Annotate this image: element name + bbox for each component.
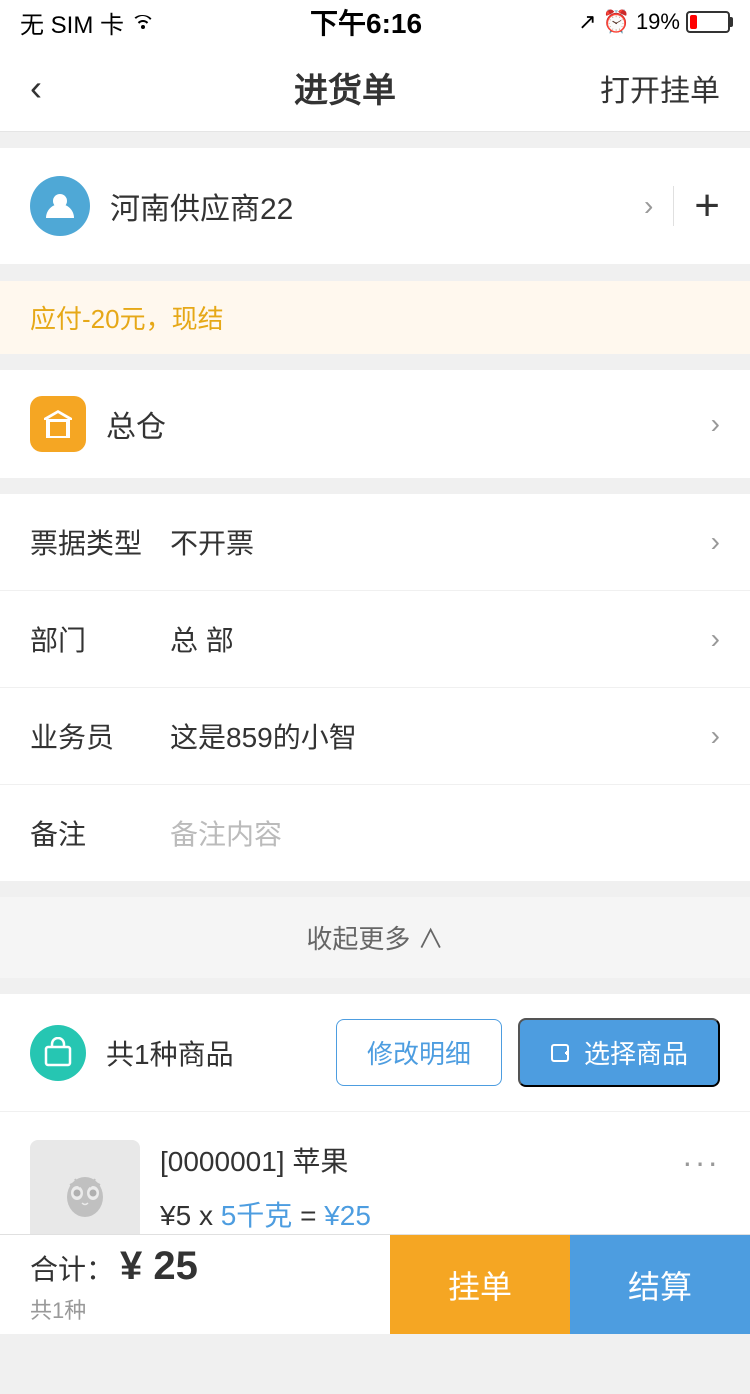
product-count: 共1种商品 (106, 1033, 336, 1073)
invoice-row[interactable]: 票据类型 不开票 › (0, 494, 750, 590)
notice-text: 应付-20元，现结 (30, 304, 224, 334)
department-value: 总 部 (170, 619, 701, 659)
product-title: 苹果 (292, 1146, 348, 1177)
supplier-chevron: › (644, 190, 653, 222)
total-label: 合计： (30, 1248, 114, 1288)
page-title: 进货单 (294, 63, 396, 112)
form-section: 票据类型 不开票 › 部门 总 部 › 业务员 这是859的小智 › 备注 备注… (0, 494, 750, 881)
supplier-name: 河南供应商22 (110, 184, 634, 228)
product-total: ¥25 (324, 1200, 371, 1231)
open-hang-button[interactable]: 打开挂单 (600, 66, 720, 110)
warehouse-icon (30, 396, 86, 452)
salesman-label: 业务员 (30, 716, 170, 756)
remark-label: 备注 (30, 813, 170, 853)
modify-detail-button[interactable]: 修改明细 (336, 1019, 502, 1086)
product-header: 共1种商品 修改明细 选择商品 (0, 994, 750, 1112)
status-time: 下午6:16 (310, 2, 422, 42)
collapse-label: 收起更多 ∧ (306, 924, 443, 954)
invoice-chevron: › (711, 526, 720, 558)
settle-button[interactable]: 结算 (570, 1235, 750, 1334)
invoice-value: 不开票 (170, 522, 701, 562)
supplier-avatar (30, 176, 90, 236)
supplier-divider (673, 186, 674, 226)
back-button[interactable]: ‹ (30, 67, 90, 109)
select-product-button[interactable]: 选择商品 (518, 1018, 720, 1087)
product-more-button[interactable]: ··· (682, 1144, 720, 1181)
unit-price: ¥5 (160, 1200, 191, 1231)
remark-row[interactable]: 备注 备注内容 (0, 784, 750, 881)
product-icon (30, 1025, 86, 1081)
product-code: [0000001] (160, 1146, 285, 1177)
select-product-label: 选择商品 (584, 1034, 688, 1071)
quantity: 5千克 (221, 1200, 293, 1231)
total-count: 共1种 (30, 1293, 390, 1325)
warehouse-section: 总仓 › (0, 370, 750, 478)
warehouse-row[interactable]: 总仓 › (0, 370, 750, 478)
salesman-value: 这是859的小智 (170, 716, 701, 756)
warehouse-name: 总仓 (106, 402, 701, 446)
bottom-bar: 合计： ¥ 25 共1种 挂单 结算 (0, 1234, 750, 1334)
carrier-label: 无 SIM 卡 (20, 5, 124, 40)
total-amount: ¥ 25 (120, 1244, 198, 1289)
divider-top (0, 132, 750, 148)
battery-icon (686, 11, 730, 33)
warehouse-chevron: › (711, 408, 720, 440)
department-label: 部门 (30, 619, 170, 659)
product-name: [0000001] 苹果 (160, 1140, 682, 1180)
hang-button[interactable]: 挂单 (390, 1235, 570, 1334)
status-right: ↗ ⏰ 19% (578, 9, 730, 35)
salesman-chevron: › (711, 720, 720, 752)
collapse-button[interactable]: 收起更多 ∧ (0, 897, 750, 978)
wifi-icon (132, 8, 154, 36)
add-supplier-button[interactable]: + (694, 181, 720, 231)
nav-bar: ‹ 进货单 打开挂单 (0, 44, 750, 132)
equals-sign: = (300, 1200, 324, 1231)
alarm-icon: ⏰ (603, 9, 630, 35)
multiply-sign: x (199, 1200, 221, 1231)
battery-percent: 19% (636, 9, 680, 35)
salesman-row[interactable]: 业务员 这是859的小智 › (0, 687, 750, 784)
status-bar: 无 SIM 卡 下午6:16 ↗ ⏰ 19% (0, 0, 750, 44)
supplier-row[interactable]: 河南供应商22 › + (0, 148, 750, 265)
location-icon: ↗ (578, 9, 596, 35)
department-row[interactable]: 部门 总 部 › (0, 590, 750, 687)
product-info: [0000001] 苹果 ¥5 x 5千克 = ¥25 (160, 1140, 682, 1234)
hang-label: 挂单 (448, 1262, 512, 1308)
status-left: 无 SIM 卡 (20, 5, 154, 40)
supplier-section: 河南供应商22 › + (0, 148, 750, 265)
invoice-label: 票据类型 (30, 522, 170, 562)
settle-label: 结算 (628, 1262, 692, 1308)
department-chevron: › (711, 623, 720, 655)
notice-bar: 应付-20元，现结 (0, 281, 750, 354)
total-section: 合计： ¥ 25 共1种 (0, 1235, 390, 1334)
product-price-row: ¥5 x 5千克 = ¥25 (160, 1194, 682, 1234)
remark-input[interactable]: 备注内容 (170, 813, 720, 853)
